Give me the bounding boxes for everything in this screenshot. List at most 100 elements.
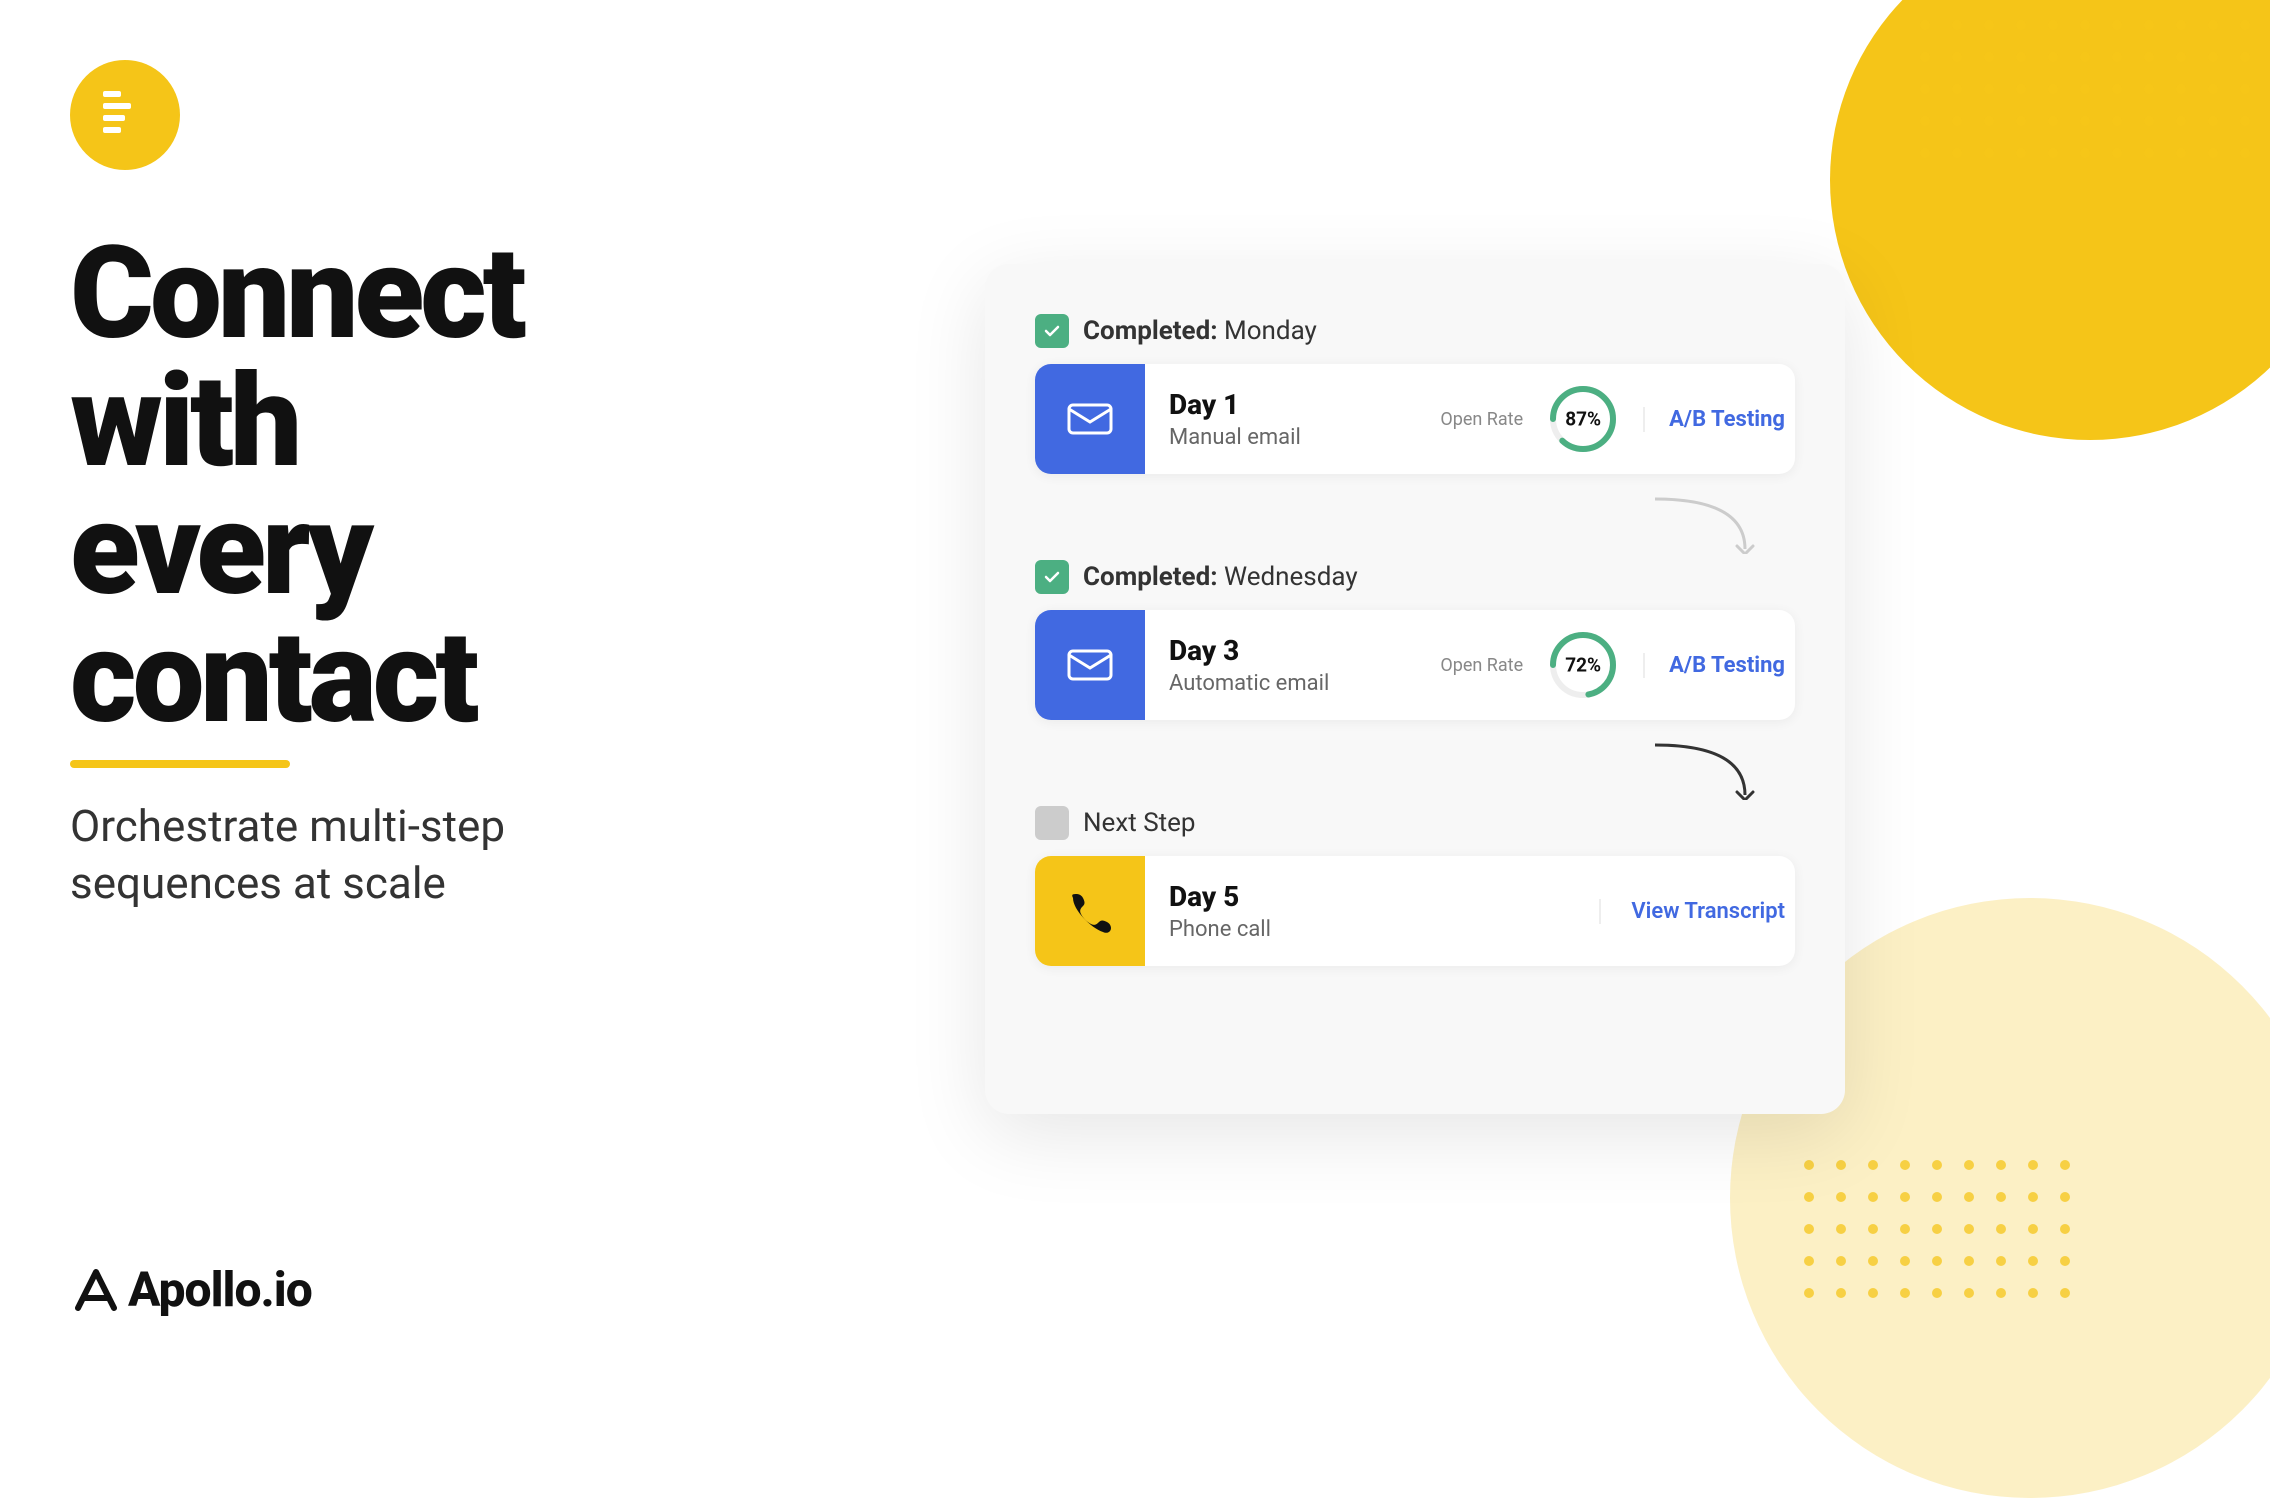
step3-day: Day 5 — [1169, 880, 1575, 913]
step2-type: Automatic email — [1169, 671, 1416, 696]
step1-status-label: Completed: Monday — [1035, 314, 1795, 348]
dot — [1920, 20, 1930, 30]
check-icon-1 — [1035, 314, 1069, 348]
step2-open-rate-label: Open Rate — [1440, 655, 1523, 676]
app-logo-icon — [95, 83, 155, 147]
dot — [2240, 52, 2250, 62]
step1-open-rate-label: Open Rate — [1440, 409, 1523, 430]
dot — [1868, 1288, 1878, 1298]
dot — [2060, 1224, 2070, 1234]
step2-metric-value: 72% — [1565, 654, 1601, 677]
dot — [1804, 1160, 1814, 1170]
dot — [2240, 148, 2250, 158]
dot — [1836, 1224, 1846, 1234]
dot — [1932, 1160, 1942, 1170]
step1-row: Day 1 Manual email Open Rate 87% A/B Tes… — [1035, 364, 1795, 474]
dot — [2080, 148, 2090, 158]
gray-square-icon — [1035, 806, 1069, 840]
dot — [1900, 1224, 1910, 1234]
dot — [2048, 116, 2058, 126]
dot — [1964, 1160, 1974, 1170]
dot — [1932, 1224, 1942, 1234]
dot — [1900, 1256, 1910, 1266]
dot — [2208, 148, 2218, 158]
dot — [1952, 52, 1962, 62]
dot — [2080, 84, 2090, 94]
dot — [2112, 52, 2122, 62]
dot — [1804, 1288, 1814, 1298]
headline: Connect with every contact — [70, 230, 560, 768]
dot-pattern-top — [1920, 20, 2250, 158]
view-transcript-button[interactable]: View Transcript — [1599, 899, 1795, 924]
dot — [1952, 116, 1962, 126]
dot — [1868, 1224, 1878, 1234]
dot — [2240, 84, 2250, 94]
dot — [1984, 20, 1994, 30]
dot — [1952, 148, 1962, 158]
dot — [2060, 1256, 2070, 1266]
step1-day: Day 1 — [1169, 388, 1416, 421]
dot — [2176, 116, 2186, 126]
dot — [1932, 1256, 1942, 1266]
email-icon-1 — [1063, 392, 1117, 446]
dot — [2060, 1288, 2070, 1298]
dot — [2208, 84, 2218, 94]
dot — [1804, 1192, 1814, 1202]
dot — [1836, 1256, 1846, 1266]
dot — [2016, 20, 2026, 30]
dot — [1920, 52, 1930, 62]
step1-completed-text: Completed: Monday — [1083, 316, 1317, 346]
dot — [1932, 1288, 1942, 1298]
dot — [2028, 1256, 2038, 1266]
check-icon-2 — [1035, 560, 1069, 594]
step3-row: Day 5 Phone call View Transcript — [1035, 856, 1795, 966]
dot — [2060, 1160, 2070, 1170]
dot — [1836, 1160, 1846, 1170]
step1-metrics: Open Rate 87% — [1440, 379, 1643, 459]
step2-day: Day 3 — [1169, 634, 1416, 667]
phone-icon — [1063, 884, 1117, 938]
step2-circular-chart: 72% — [1543, 625, 1623, 705]
dot — [1996, 1224, 2006, 1234]
dot — [1932, 1192, 1942, 1202]
step-group-2: Completed: Wednesday Day 3 Automatic ema… — [1035, 560, 1795, 720]
dot — [2144, 148, 2154, 158]
dot — [1984, 148, 1994, 158]
dot — [2060, 1192, 2070, 1202]
dot — [1804, 1224, 1814, 1234]
dot — [2112, 84, 2122, 94]
dot — [2080, 52, 2090, 62]
step3-content: Day 5 Phone call — [1145, 862, 1599, 960]
dot — [2028, 1192, 2038, 1202]
dot — [2144, 84, 2154, 94]
dot — [2048, 20, 2058, 30]
dot — [2176, 20, 2186, 30]
dot — [1868, 1160, 1878, 1170]
step3-next-text: Next Step — [1083, 808, 1196, 838]
apollo-logo: Apollo.io — [70, 1261, 560, 1318]
apollo-wordmark: Apollo.io — [128, 1261, 312, 1318]
dot — [2208, 116, 2218, 126]
arrow-1 — [1035, 504, 1795, 554]
dot — [2048, 148, 2058, 158]
dot — [2016, 52, 2026, 62]
dot — [2016, 116, 2026, 126]
underline-decoration — [70, 760, 290, 768]
dot — [1984, 84, 1994, 94]
dot — [1952, 20, 1962, 30]
apollo-logo-icon — [70, 1264, 122, 1316]
left-panel: Connect with every contact Orchestrate m… — [0, 0, 620, 1378]
dot — [2028, 1224, 2038, 1234]
dot — [1996, 1256, 2006, 1266]
dot — [2144, 52, 2154, 62]
dot — [2112, 116, 2122, 126]
step3-status-label: Next Step — [1035, 806, 1795, 840]
dot — [2144, 20, 2154, 30]
dot — [1804, 1256, 1814, 1266]
dot — [2112, 20, 2122, 30]
dot — [1964, 1256, 1974, 1266]
dot — [2112, 148, 2122, 158]
sequence-card: Completed: Monday Day 1 Manual email Ope… — [985, 264, 1845, 1114]
step1-type: Manual email — [1169, 425, 1416, 450]
dot — [1952, 84, 1962, 94]
